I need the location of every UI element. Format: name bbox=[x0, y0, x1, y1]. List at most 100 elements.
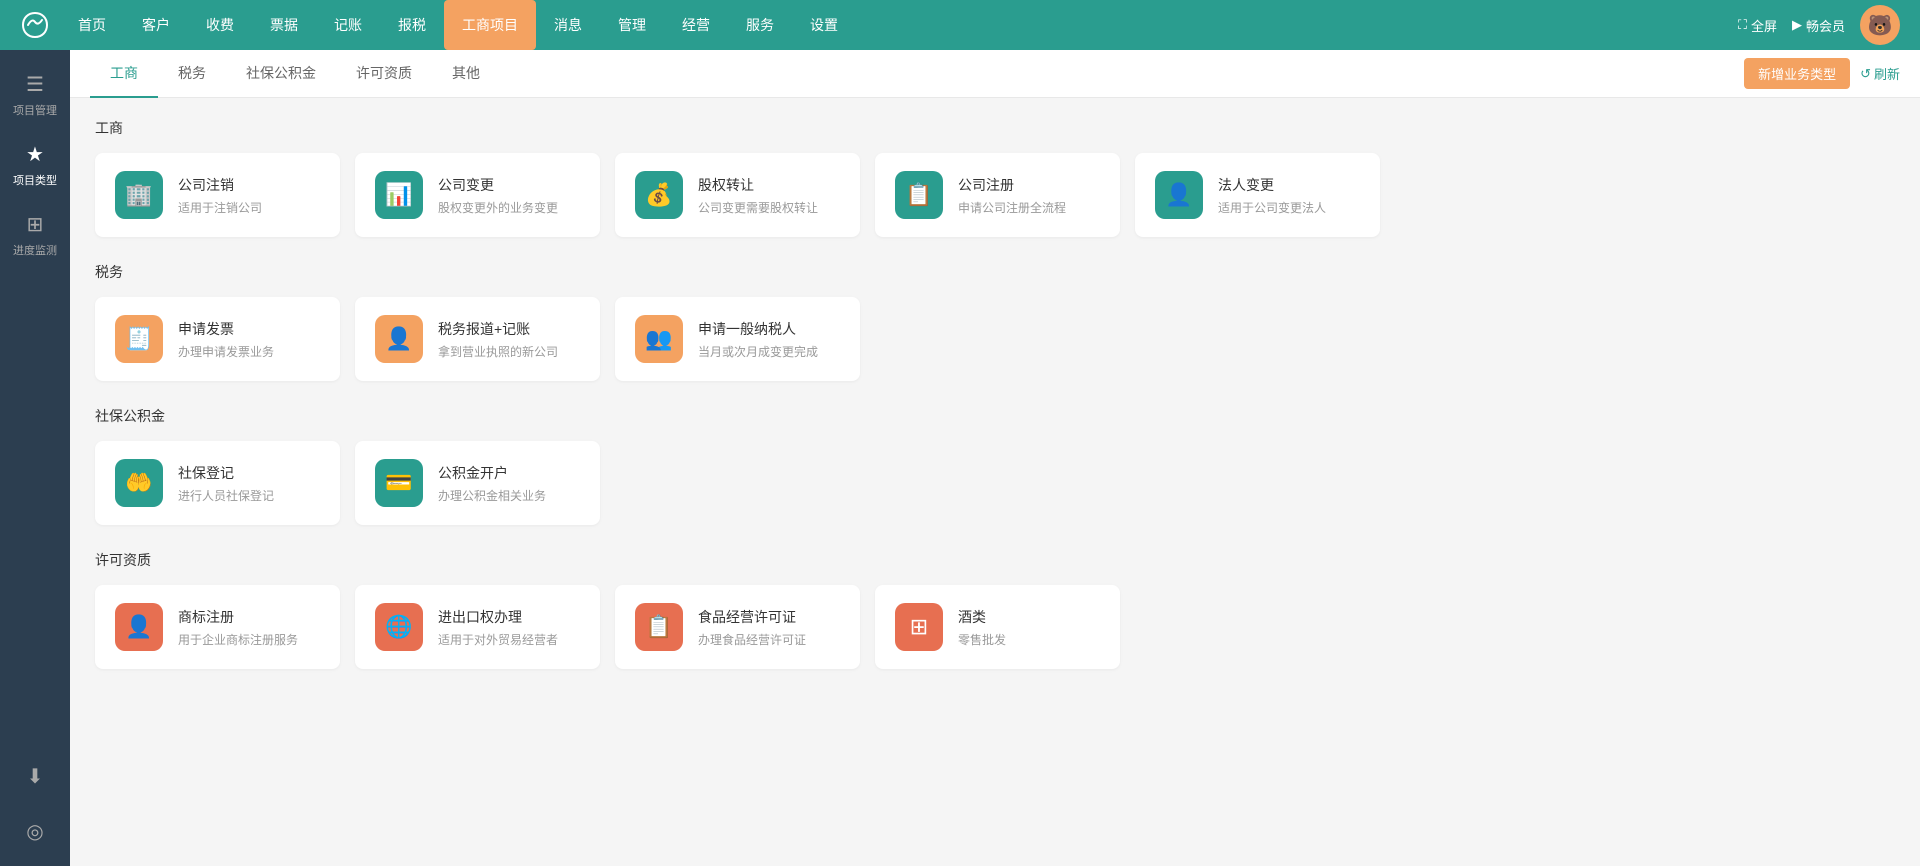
sidebar-item-progress[interactable]: ⊞ 进度监测 bbox=[0, 200, 70, 270]
card-icon: 🏢 bbox=[115, 171, 163, 219]
service-card[interactable]: 👥 申请一般纳税人当月或次月成变更完成 bbox=[615, 297, 860, 381]
card-text: 法人变更适用于公司变更法人 bbox=[1218, 175, 1326, 216]
vip-btn[interactable]: ▶ 畅会员 bbox=[1792, 16, 1845, 35]
cards-grid-许可资质: 👤商标注册用于企业商标注册服务🌐进出口权办理适用于对外贸易经营者📋食品经营许可证… bbox=[95, 585, 1895, 669]
card-name: 股权转让 bbox=[698, 175, 818, 195]
sidebar-item-project-type[interactable]: ★ 项目类型 bbox=[0, 130, 70, 200]
tab-bar: 工商 税务 社保公积金 许可资质 其他 新增业务类型 ↺ 刷新 bbox=[70, 50, 1920, 98]
fullscreen-btn[interactable]: ⛶ 全屏 bbox=[1738, 16, 1777, 35]
sidebar: ☰ 项目管理 ★ 项目类型 ⊞ 进度监测 ⬇ ◎ bbox=[0, 50, 70, 866]
nav-item-客户[interactable]: 客户 bbox=[124, 0, 188, 50]
refresh-button[interactable]: ↺ 刷新 bbox=[1860, 64, 1900, 83]
card-text: 公司注销适用于注销公司 bbox=[178, 175, 262, 216]
section-title-社保公积金: 社保公积金 bbox=[95, 406, 1895, 426]
sidebar-label-progress: 进度监测 bbox=[13, 242, 57, 258]
card-desc: 申请公司注册全流程 bbox=[958, 199, 1066, 216]
nav-item-服务[interactable]: 服务 bbox=[728, 0, 792, 50]
card-text: 申请一般纳税人当月或次月成变更完成 bbox=[698, 319, 818, 360]
scroll-content[interactable]: 工商🏢公司注销适用于注销公司📊公司变更股权变更外的业务变更💰股权转让公司变更需要… bbox=[70, 98, 1920, 866]
tab-gongshang[interactable]: 工商 bbox=[90, 50, 158, 98]
service-card[interactable]: 💰股权转让公司变更需要股权转让 bbox=[615, 153, 860, 237]
card-desc: 进行人员社保登记 bbox=[178, 487, 274, 504]
tab-shuiwu[interactable]: 税务 bbox=[158, 50, 226, 98]
nav-item-经营[interactable]: 经营 bbox=[664, 0, 728, 50]
add-type-button[interactable]: 新增业务类型 bbox=[1744, 58, 1850, 89]
refresh-label: 刷新 bbox=[1874, 64, 1900, 83]
tab-other-label: 其他 bbox=[452, 63, 480, 83]
service-card[interactable]: 📋食品经营许可证办理食品经营许可证 bbox=[615, 585, 860, 669]
sidebar-bottom: ⬇ ◎ bbox=[0, 751, 70, 856]
fullscreen-icon: ⛶ bbox=[1738, 17, 1747, 33]
card-desc: 用于企业商标注册服务 bbox=[178, 631, 298, 648]
card-icon: 🤲 bbox=[115, 459, 163, 507]
section-title-税务: 税务 bbox=[95, 262, 1895, 282]
nav-item-消息[interactable]: 消息 bbox=[536, 0, 600, 50]
vip-icon: ▶ bbox=[1792, 17, 1802, 33]
service-card[interactable]: 🧾申请发票办理申请发票业务 bbox=[95, 297, 340, 381]
tab-shuiwu-label: 税务 bbox=[178, 63, 206, 83]
top-nav-right: ⛶ 全屏 ▶ 畅会员 🐻 bbox=[1738, 5, 1900, 45]
service-card[interactable]: ⊞酒类零售批发 bbox=[875, 585, 1120, 669]
top-nav: 首页客户收费票据记账报税工商项目消息管理经营服务设置 ⛶ 全屏 ▶ 畅会员 🐻 bbox=[0, 0, 1920, 50]
card-text: 食品经营许可证办理食品经营许可证 bbox=[698, 607, 806, 648]
card-name: 公司注册 bbox=[958, 175, 1066, 195]
section-title-许可资质: 许可资质 bbox=[95, 550, 1895, 570]
card-text: 公司变更股权变更外的业务变更 bbox=[438, 175, 558, 216]
service-card[interactable]: 📋公司注册申请公司注册全流程 bbox=[875, 153, 1120, 237]
refresh-icon: ↺ bbox=[1860, 66, 1871, 82]
card-text: 商标注册用于企业商标注册服务 bbox=[178, 607, 298, 648]
card-desc: 当月或次月成变更完成 bbox=[698, 343, 818, 360]
service-card[interactable]: 📊 公司变更股权变更外的业务变更 bbox=[355, 153, 600, 237]
vip-label: 畅会员 bbox=[1806, 16, 1845, 35]
card-icon: 👤 bbox=[375, 315, 423, 363]
card-icon: 💳 bbox=[375, 459, 423, 507]
monitor-icon: ⊞ bbox=[27, 212, 44, 237]
card-desc: 公司变更需要股权转让 bbox=[698, 199, 818, 216]
nav-item-首页[interactable]: 首页 bbox=[60, 0, 124, 50]
card-name: 进出口权办理 bbox=[438, 607, 558, 627]
nav-item-工商项目[interactable]: 工商项目 bbox=[444, 0, 536, 50]
star-icon: ★ bbox=[26, 142, 44, 167]
card-name: 公司注销 bbox=[178, 175, 262, 195]
cards-grid-税务: 🧾申请发票办理申请发票业务👤税务报道+记账拿到营业执照的新公司 👥 申请一般纳税人当… bbox=[95, 297, 1895, 381]
section-title-工商: 工商 bbox=[95, 118, 1895, 138]
service-card[interactable]: 🤲社保登记进行人员社保登记 bbox=[95, 441, 340, 525]
nav-item-收费[interactable]: 收费 bbox=[188, 0, 252, 50]
card-desc: 适用于公司变更法人 bbox=[1218, 199, 1326, 216]
location-icon-btn[interactable]: ◎ bbox=[0, 806, 70, 856]
sidebar-label-project-mgmt: 项目管理 bbox=[13, 102, 57, 118]
service-card[interactable]: 👤商标注册用于企业商标注册服务 bbox=[95, 585, 340, 669]
tab-shebao[interactable]: 社保公积金 bbox=[226, 50, 336, 98]
card-desc: 办理申请发票业务 bbox=[178, 343, 274, 360]
content-area: 工商 税务 社保公积金 许可资质 其他 新增业务类型 ↺ 刷新 bbox=[70, 50, 1920, 866]
card-desc: 适用于注销公司 bbox=[178, 199, 262, 216]
nav-item-管理[interactable]: 管理 bbox=[600, 0, 664, 50]
sidebar-item-project-mgmt[interactable]: ☰ 项目管理 bbox=[0, 60, 70, 130]
card-name: 公积金开户 bbox=[438, 463, 546, 483]
service-card[interactable]: 💳公积金开户办理公积金相关业务 bbox=[355, 441, 600, 525]
tab-xuke[interactable]: 许可资质 bbox=[336, 50, 432, 98]
card-icon: 👥 bbox=[635, 315, 683, 363]
fullscreen-label: 全屏 bbox=[1751, 16, 1777, 35]
nav-item-记账[interactable]: 记账 bbox=[316, 0, 380, 50]
download-icon-btn[interactable]: ⬇ bbox=[0, 751, 70, 801]
card-text: 股权转让公司变更需要股权转让 bbox=[698, 175, 818, 216]
card-icon: 👤 bbox=[1155, 171, 1203, 219]
tab-other[interactable]: 其他 bbox=[432, 50, 500, 98]
nav-item-票据[interactable]: 票据 bbox=[252, 0, 316, 50]
tab-gongshang-label: 工商 bbox=[110, 63, 138, 83]
card-desc: 拿到营业执照的新公司 bbox=[438, 343, 558, 360]
card-icon: 📊 bbox=[375, 171, 423, 219]
nav-items: 首页客户收费票据记账报税工商项目消息管理经营服务设置 bbox=[60, 0, 1738, 50]
card-name: 法人变更 bbox=[1218, 175, 1326, 195]
service-card[interactable]: 👤 法人变更适用于公司变更法人 bbox=[1135, 153, 1380, 237]
tab-shebao-label: 社保公积金 bbox=[246, 63, 316, 83]
card-text: 申请发票办理申请发票业务 bbox=[178, 319, 274, 360]
service-card[interactable]: 👤税务报道+记账拿到营业执照的新公司 bbox=[355, 297, 600, 381]
service-card[interactable]: 🌐进出口权办理适用于对外贸易经营者 bbox=[355, 585, 600, 669]
nav-item-设置[interactable]: 设置 bbox=[792, 0, 856, 50]
card-name: 酒类 bbox=[958, 607, 1006, 627]
nav-item-报税[interactable]: 报税 bbox=[380, 0, 444, 50]
service-card[interactable]: 🏢 公司注销适用于注销公司 bbox=[95, 153, 340, 237]
sidebar-label-project-type: 项目类型 bbox=[13, 172, 57, 188]
